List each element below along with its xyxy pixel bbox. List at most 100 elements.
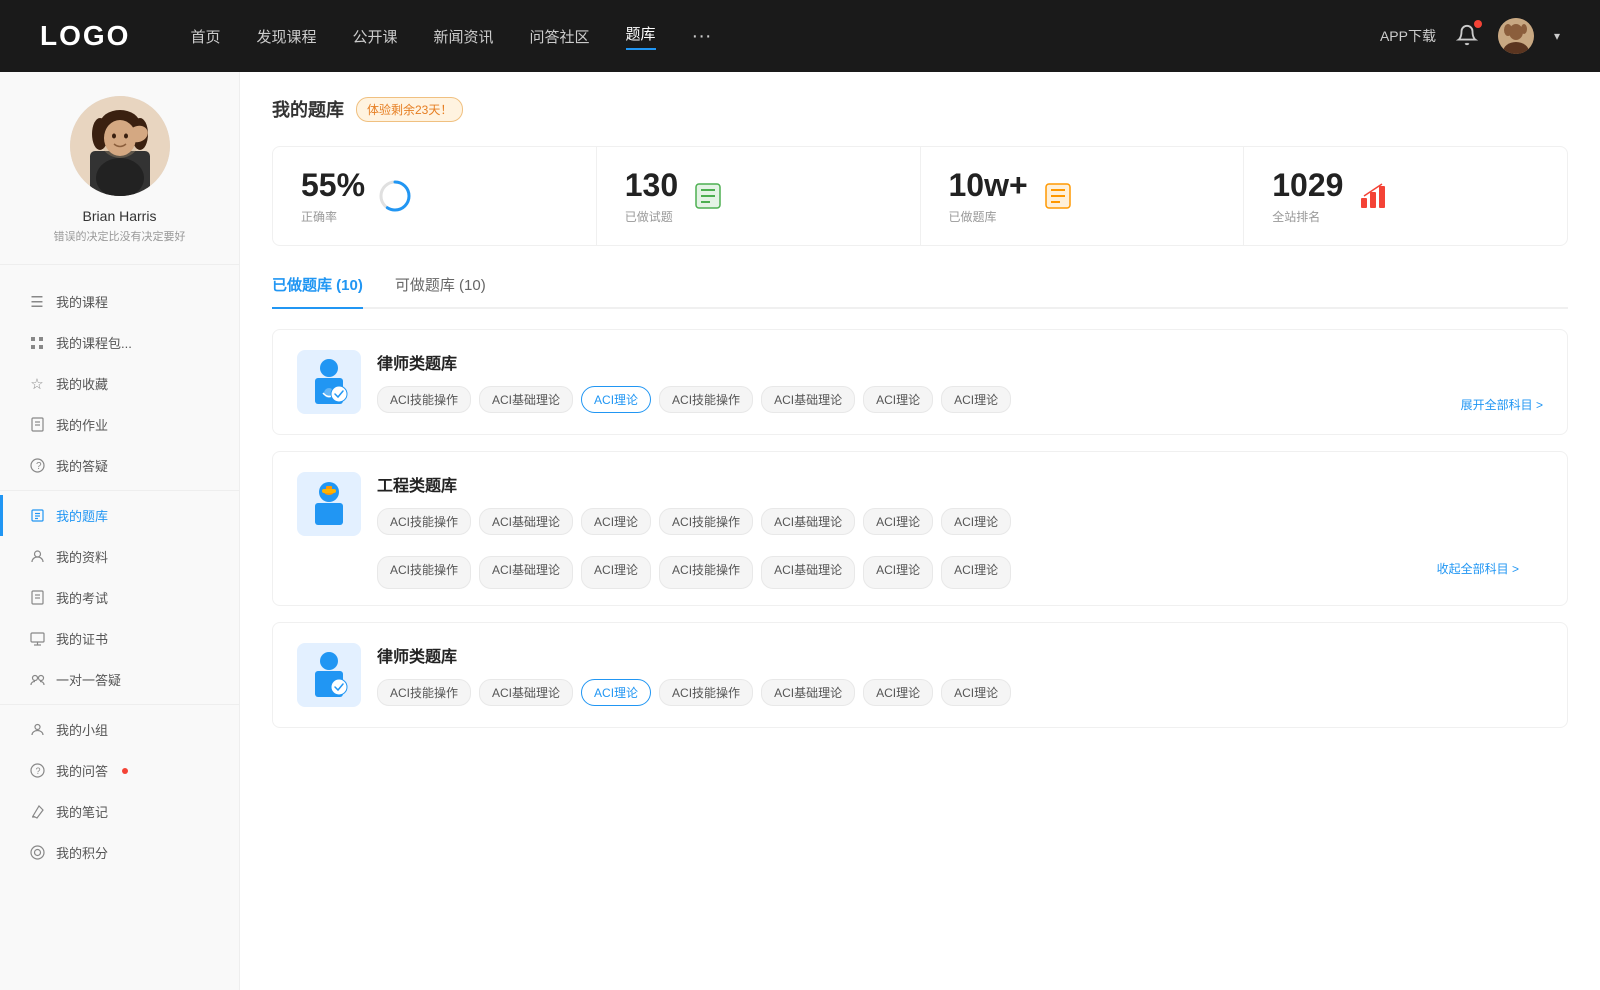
notification-bell[interactable]	[1456, 24, 1478, 49]
certificate-icon	[28, 630, 46, 648]
app-download-button[interactable]: APP下载	[1380, 26, 1436, 46]
tag-1-4[interactable]: ACI基础理论	[761, 386, 855, 413]
tag-1-2[interactable]: ACI理论	[581, 386, 651, 413]
tag-3-6[interactable]: ACI理论	[941, 679, 1011, 706]
tag-2r-4[interactable]: ACI基础理论	[761, 556, 855, 589]
tag-1-5[interactable]: ACI理论	[863, 386, 933, 413]
sidebar-menu: ☰ 我的课程 我的课程包... ☆ 我的收藏 我的作业	[0, 281, 239, 873]
sidebar: Brian Harris 错误的决定比没有决定要好 ☰ 我的课程 我的课程包..…	[0, 72, 240, 990]
group-icon	[28, 721, 46, 739]
profile-icon	[28, 548, 46, 566]
profile-name: Brian Harris	[20, 208, 219, 224]
tag-2r-5[interactable]: ACI理论	[863, 556, 933, 589]
sidebar-item-group[interactable]: 我的小组	[0, 709, 239, 750]
tags-row-1: ACI技能操作 ACI基础理论 ACI理论 ACI技能操作 ACI基础理论 AC…	[377, 386, 1543, 413]
sidebar-divider-2	[0, 704, 239, 705]
stat-questions-value: 130 已做试题	[625, 167, 678, 225]
question-icon: ?	[28, 762, 46, 780]
expand-link-1[interactable]: 展开全部科目 >	[1461, 396, 1543, 413]
sidebar-item-certificate[interactable]: 我的证书	[0, 618, 239, 659]
favorites-icon: ☆	[28, 375, 46, 393]
quiz-bank-header-3: 律师类题库 ACI技能操作 ACI基础理论 ACI理论 ACI技能操作 ACI基…	[273, 623, 1567, 727]
1on1-icon	[28, 671, 46, 689]
quiz-bank-info-3: 律师类题库 ACI技能操作 ACI基础理论 ACI理论 ACI技能操作 ACI基…	[377, 643, 1543, 706]
tag-3-4[interactable]: ACI基础理论	[761, 679, 855, 706]
tag-2r-2[interactable]: ACI理论	[581, 556, 651, 589]
tag-2-3[interactable]: ACI技能操作	[659, 508, 753, 535]
tags-row-2: ACI技能操作 ACI基础理论 ACI理论 ACI技能操作 ACI基础理论 AC…	[377, 508, 1543, 535]
logo[interactable]: LOGO	[40, 20, 130, 52]
notification-badge	[1474, 20, 1482, 28]
collapse-link-2[interactable]: 收起全部科目 >	[1413, 556, 1543, 589]
nav-discover[interactable]: 发现课程	[256, 26, 316, 47]
quiz-bank-icon	[28, 507, 46, 525]
tag-1-0[interactable]: ACI技能操作	[377, 386, 471, 413]
tag-2-1[interactable]: ACI基础理论	[479, 508, 573, 535]
tag-3-5[interactable]: ACI理论	[863, 679, 933, 706]
user-avatar-nav[interactable]	[1498, 18, 1534, 54]
profile-section: Brian Harris 错误的决定比没有决定要好	[0, 96, 239, 265]
sidebar-item-course-package[interactable]: 我的课程包...	[0, 322, 239, 363]
sidebar-item-profile[interactable]: 我的资料	[0, 536, 239, 577]
tag-3-1[interactable]: ACI基础理论	[479, 679, 573, 706]
sidebar-item-points[interactable]: 我的积分	[0, 832, 239, 873]
quiz-bank-header-1: 律师类题库 ACI技能操作 ACI基础理论 ACI理论 ACI技能操作 ACI基…	[273, 330, 1567, 434]
nav-news[interactable]: 新闻资讯	[434, 26, 494, 47]
tag-2r-1[interactable]: ACI基础理论	[479, 556, 573, 589]
stat-banks-value: 10w+ 已做题库	[949, 167, 1028, 225]
tag-1-6[interactable]: ACI理论	[941, 386, 1011, 413]
tag-2-2[interactable]: ACI理论	[581, 508, 651, 535]
tag-2-6[interactable]: ACI理论	[941, 508, 1011, 535]
tag-2r-3[interactable]: ACI技能操作	[659, 556, 753, 589]
avatar-svg	[70, 96, 170, 196]
nav-home[interactable]: 首页	[190, 26, 220, 47]
avatar-image	[1498, 18, 1534, 54]
engineer-bank-icon	[297, 472, 361, 536]
sidebar-item-course[interactable]: ☰ 我的课程	[0, 281, 239, 322]
tag-1-1[interactable]: ACI基础理论	[479, 386, 573, 413]
trial-badge: 体验剩余23天！	[356, 97, 463, 122]
tag-3-0[interactable]: ACI技能操作	[377, 679, 471, 706]
nav-open-course[interactable]: 公开课	[352, 26, 397, 47]
sidebar-item-quiz-bank[interactable]: 我的题库	[0, 495, 239, 536]
quiz-bank-title-3: 律师类题库	[377, 643, 1543, 667]
tag-2r-0[interactable]: ACI技能操作	[377, 556, 471, 589]
tag-3-2[interactable]: ACI理论	[581, 679, 651, 706]
tag-3-3[interactable]: ACI技能操作	[659, 679, 753, 706]
course-icon: ☰	[28, 293, 46, 311]
tag-2-4[interactable]: ACI基础理论	[761, 508, 855, 535]
sidebar-item-qa[interactable]: ? 我的答疑	[0, 445, 239, 486]
stat-questions-done: 130 已做试题	[597, 147, 921, 245]
tab-todo[interactable]: 可做题库 (10)	[395, 274, 486, 307]
tag-2-0[interactable]: ACI技能操作	[377, 508, 471, 535]
points-icon	[28, 844, 46, 862]
sidebar-item-notes[interactable]: 我的笔记	[0, 791, 239, 832]
nav-more[interactable]: ···	[692, 25, 712, 48]
tag-2-5[interactable]: ACI理论	[863, 508, 933, 535]
quiz-bank-info-1: 律师类题库 ACI技能操作 ACI基础理论 ACI理论 ACI技能操作 ACI基…	[377, 350, 1543, 413]
sidebar-item-exam[interactable]: 我的考试	[0, 577, 239, 618]
svg-text:?: ?	[35, 766, 40, 776]
page-header: 我的题库 体验剩余23天！	[272, 96, 1568, 122]
nav-quiz[interactable]: 题库	[626, 23, 656, 50]
nav-menu: 首页 发现课程 公开课 新闻资讯 问答社区 题库 ···	[190, 23, 1380, 50]
sidebar-item-homework[interactable]: 我的作业	[0, 404, 239, 445]
quiz-bank-title-1: 律师类题库	[377, 350, 1543, 374]
sidebar-item-question[interactable]: ? 我的问答	[0, 750, 239, 791]
user-menu-chevron[interactable]: ▾	[1554, 29, 1560, 43]
tab-done[interactable]: 已做题库 (10)	[272, 274, 363, 307]
stat-accuracy-value: 55% 正确率	[301, 167, 365, 225]
nav-qa[interactable]: 问答社区	[530, 26, 590, 47]
stat-ranking-value: 1029 全站排名	[1272, 167, 1343, 225]
quiz-bank-card-3: 律师类题库 ACI技能操作 ACI基础理论 ACI理论 ACI技能操作 ACI基…	[272, 622, 1568, 728]
stat-ranking: 1029 全站排名	[1244, 147, 1567, 245]
quiz-bank-title-2: 工程类题库	[377, 472, 1543, 496]
ranking-icon	[1355, 178, 1391, 214]
quiz-bank-header-2: 工程类题库 ACI技能操作 ACI基础理论 ACI理论 ACI技能操作 ACI基…	[273, 452, 1567, 556]
tag-2r-6[interactable]: ACI理论	[941, 556, 1011, 589]
tag-1-3[interactable]: ACI技能操作	[659, 386, 753, 413]
profile-avatar	[70, 96, 170, 196]
question-notification-dot	[122, 768, 128, 774]
sidebar-item-1on1[interactable]: 一对一答疑	[0, 659, 239, 700]
sidebar-item-favorites[interactable]: ☆ 我的收藏	[0, 363, 239, 404]
